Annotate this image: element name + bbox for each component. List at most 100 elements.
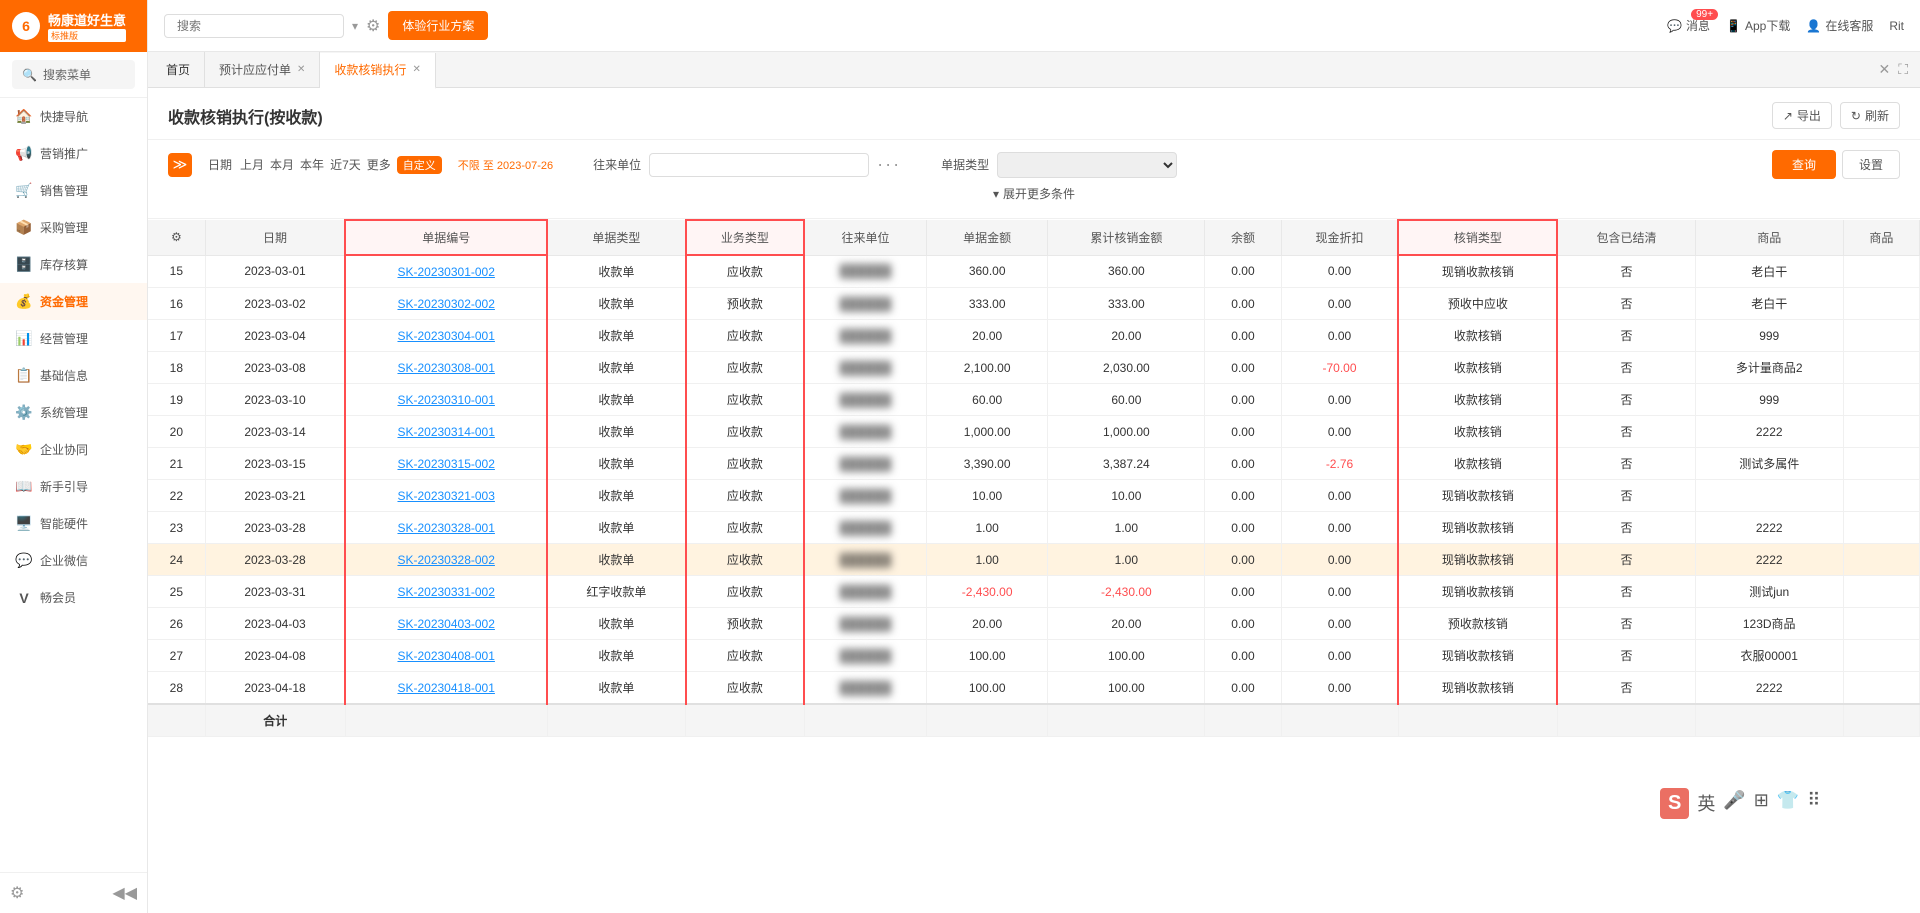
- topbar: ▾ ⚙ 体验行业方案 💬 消息 99+ 📱 App下载 👤 在线客服 Rit: [148, 0, 1920, 52]
- export-button[interactable]: ↗ 导出: [1772, 102, 1832, 129]
- th-amount: 单据金额: [927, 220, 1048, 255]
- doc-num-cell[interactable]: SK-20230315-002: [345, 448, 547, 480]
- doc-num-cell[interactable]: SK-20230331-002: [345, 576, 547, 608]
- table-row: 192023-03-10SK-20230310-001收款单应收款██████6…: [148, 384, 1920, 416]
- sidebar-item-sales[interactable]: 🛒 销售管理: [0, 172, 147, 209]
- close-tab-button[interactable]: ✕: [1878, 61, 1890, 78]
- filter-toggle-button[interactable]: ≫: [168, 153, 192, 177]
- doc-num-cell[interactable]: SK-20230403-002: [345, 608, 547, 640]
- message-button[interactable]: 💬 消息 99+: [1667, 17, 1710, 34]
- date-more[interactable]: 更多: [367, 156, 391, 174]
- table-cell: 1.00: [927, 512, 1048, 544]
- doc-type-select[interactable]: [997, 152, 1177, 178]
- logo-icon: 6: [12, 12, 40, 40]
- th-doc-num: 单据编号: [345, 220, 547, 255]
- doc-num-cell[interactable]: SK-20230310-001: [345, 384, 547, 416]
- table-cell: 0.00: [1205, 672, 1281, 705]
- sidebar-settings-button[interactable]: ⚙: [10, 883, 24, 903]
- wechat-icon: 💬: [16, 553, 32, 569]
- doc-num-cell[interactable]: SK-20230408-001: [345, 640, 547, 672]
- search-menu-button[interactable]: 🔍 搜索菜单: [12, 60, 135, 89]
- tab-close-receivable[interactable]: ✕: [297, 64, 305, 75]
- table-cell: -2.76: [1281, 448, 1398, 480]
- tab-receivable[interactable]: 预计应应付单 ✕: [205, 52, 320, 88]
- expand-conditions-button[interactable]: ▾ 展开更多条件: [993, 185, 1075, 202]
- settings-button[interactable]: 设置: [1842, 150, 1900, 179]
- doc-num-cell[interactable]: SK-20230328-002: [345, 544, 547, 576]
- table-cell: ██████: [804, 480, 927, 512]
- date-custom-btn[interactable]: 自定义: [397, 156, 442, 174]
- date-this-month[interactable]: 本月: [270, 156, 294, 174]
- online-service-button[interactable]: 👤 在线客服: [1806, 17, 1873, 34]
- more-filters-icon[interactable]: ···: [877, 154, 901, 175]
- doc-num-cell[interactable]: SK-20230314-001: [345, 416, 547, 448]
- query-button[interactable]: 查询: [1772, 150, 1836, 179]
- topbar-right: 💬 消息 99+ 📱 App下载 👤 在线客服 Rit: [1667, 17, 1904, 34]
- topbar-search-input[interactable]: [164, 14, 344, 38]
- table-cell: 收款单: [547, 480, 686, 512]
- table-cell: [1695, 480, 1843, 512]
- doc-num-cell[interactable]: SK-20230321-003: [345, 480, 547, 512]
- basic-icon: 📋: [16, 368, 32, 384]
- dropdown-arrow-icon: ▾: [352, 19, 358, 33]
- tab-close-cancel-exec[interactable]: ✕: [412, 64, 420, 75]
- sidebar-item-inventory[interactable]: 🗄️ 库存核算: [0, 246, 147, 283]
- footer-cell: 合计: [205, 704, 345, 737]
- doc-num-cell[interactable]: SK-20230418-001: [345, 672, 547, 705]
- doc-num-cell[interactable]: SK-20230302-002: [345, 288, 547, 320]
- sidebar-item-purchase[interactable]: 📦 采购管理: [0, 209, 147, 246]
- sidebar-item-guide[interactable]: 📖 新手引导: [0, 468, 147, 505]
- tab-home[interactable]: 首页: [152, 52, 205, 88]
- sidebar-item-finance[interactable]: 💰 资金管理: [0, 283, 147, 320]
- doc-num-cell[interactable]: SK-20230328-001: [345, 512, 547, 544]
- table-cell: 2023-03-15: [205, 448, 345, 480]
- sidebar-collapse-button[interactable]: ◀◀: [112, 883, 137, 903]
- table-cell: 2023-04-08: [205, 640, 345, 672]
- sidebar-item-operation[interactable]: 📊 经营管理: [0, 320, 147, 357]
- doc-num-cell[interactable]: SK-20230304-001: [345, 320, 547, 352]
- app-download-button[interactable]: 📱 App下载: [1726, 17, 1790, 34]
- sidebar-item-system[interactable]: ⚙️ 系统管理: [0, 394, 147, 431]
- table-cell: 0.00: [1205, 480, 1281, 512]
- sidebar-item-cooperation[interactable]: 🤝 企业协同: [0, 431, 147, 468]
- topbar-gear-icon[interactable]: ⚙: [366, 16, 380, 36]
- tab-cancel-exec[interactable]: 收款核销执行 ✕: [320, 53, 435, 89]
- doc-num-cell[interactable]: SK-20230301-002: [345, 255, 547, 288]
- biz-type-cell: 应收款: [686, 384, 804, 416]
- marketing-icon: 📢: [16, 146, 32, 162]
- sidebar-item-basic[interactable]: 📋 基础信息: [0, 357, 147, 394]
- sidebar-item-marketing[interactable]: 📢 营销推广: [0, 135, 147, 172]
- table-cell: 收款单: [547, 640, 686, 672]
- table-cell: 20.00: [927, 608, 1048, 640]
- doc-num-cell[interactable]: SK-20230308-001: [345, 352, 547, 384]
- table-row: 212023-03-15SK-20230315-002收款单应收款██████3…: [148, 448, 1920, 480]
- watermark-icons: 英 🎤 ⊞ 👕 ⠿: [1697, 790, 1820, 816]
- refresh-button[interactable]: ↻ 刷新: [1840, 102, 1900, 129]
- date-last-7-days[interactable]: 近7天: [330, 156, 361, 174]
- date-this-year[interactable]: 本年: [300, 156, 324, 174]
- sidebar-item-wechat[interactable]: 💬 企业微信: [0, 542, 147, 579]
- footer-cell: [1205, 704, 1281, 737]
- th-cancel-type: 核销类型: [1398, 220, 1557, 255]
- biz-type-cell: 预收款: [686, 608, 804, 640]
- expand-tab-button[interactable]: ⛶: [1898, 61, 1908, 78]
- table-cell: 否: [1557, 352, 1695, 384]
- sidebar-item-member[interactable]: V 畅会员: [0, 579, 147, 616]
- table-cell: 2023-03-02: [205, 288, 345, 320]
- table-cell: [1843, 512, 1919, 544]
- table-cell: 0.00: [1205, 576, 1281, 608]
- date-last-month[interactable]: 上月: [240, 156, 264, 174]
- sidebar-item-quick-nav[interactable]: 🏠 快捷导航: [0, 98, 147, 135]
- table-cell: 3,387.24: [1048, 448, 1205, 480]
- table-cell: 123D商品: [1695, 608, 1843, 640]
- filter-date-options: 上月 本月 本年 近7天 更多 自定义: [240, 156, 442, 174]
- industry-solution-button[interactable]: 体验行业方案: [388, 11, 488, 40]
- sidebar-search-area: 🔍 搜索菜单: [0, 52, 147, 98]
- cooperation-icon: 🤝: [16, 442, 32, 458]
- partner-input[interactable]: [649, 153, 869, 177]
- th-include-settled: 包含已结清: [1557, 220, 1695, 255]
- table-cell: 2023-03-28: [205, 544, 345, 576]
- biz-type-cell: 应收款: [686, 352, 804, 384]
- sidebar-item-hardware[interactable]: 🖥️ 智能硬件: [0, 505, 147, 542]
- table-cell: 0.00: [1205, 640, 1281, 672]
